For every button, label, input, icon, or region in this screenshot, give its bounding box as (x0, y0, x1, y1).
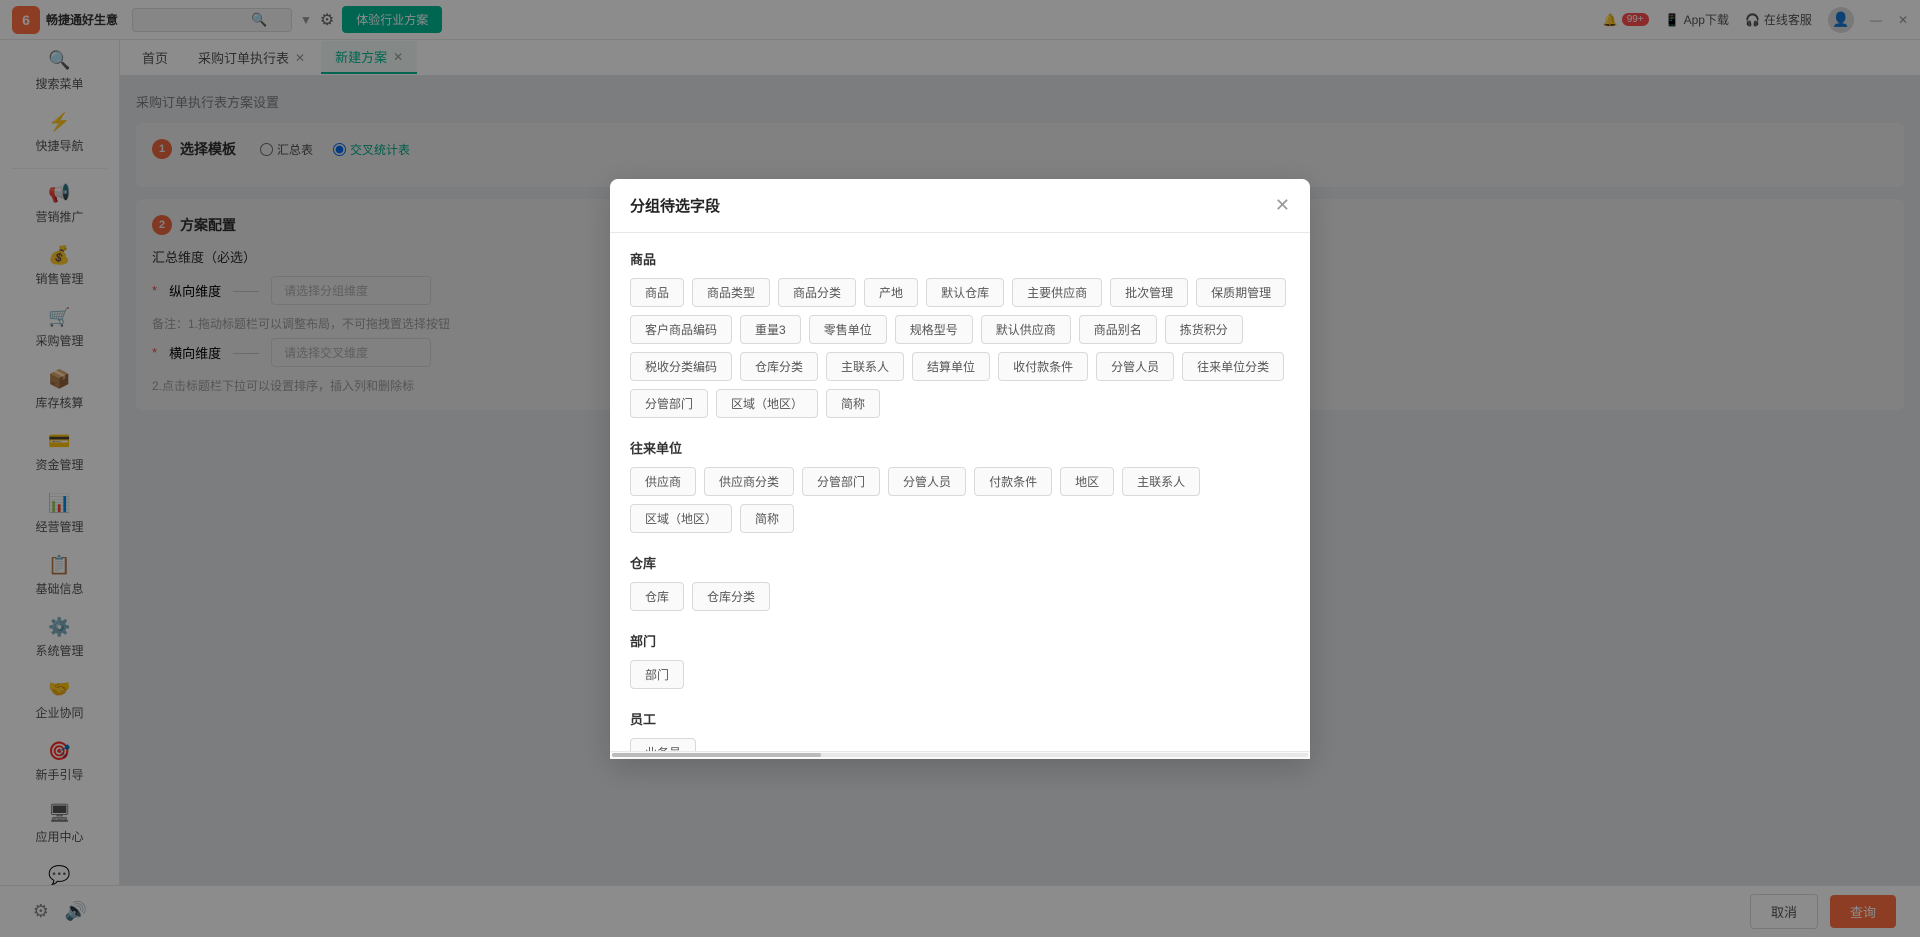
modal-section-product: 商品商品商品类型商品分类产地默认仓库主要供应商批次管理保质期管理客户商品编码重量… (630, 249, 1290, 418)
field-tag[interactable]: 供应商分类 (704, 467, 794, 496)
modal-title: 分组待选字段 (630, 195, 720, 216)
field-tag[interactable]: 仓库分类 (740, 352, 818, 381)
field-tag[interactable]: 部门 (630, 660, 684, 689)
field-tag[interactable]: 客户商品编码 (630, 315, 732, 344)
modal-body: 商品商品商品类型商品分类产地默认仓库主要供应商批次管理保质期管理客户商品编码重量… (610, 233, 1310, 751)
field-tag[interactable]: 付款条件 (974, 467, 1052, 496)
field-tag[interactable]: 主联系人 (826, 352, 904, 381)
field-tag[interactable]: 零售单位 (809, 315, 887, 344)
field-tag[interactable]: 简称 (826, 389, 880, 418)
section-title-warehouse: 仓库 (630, 553, 1290, 572)
modal-header: 分组待选字段 ✕ (610, 179, 1310, 233)
field-tag[interactable]: 仓库 (630, 582, 684, 611)
modal-section-department: 部门部门 (630, 631, 1290, 689)
field-tag[interactable]: 业务员 (630, 738, 696, 751)
field-tag[interactable]: 商品分类 (778, 278, 856, 307)
field-tag[interactable]: 拣货积分 (1165, 315, 1243, 344)
field-tags-employee: 业务员 (630, 738, 1290, 751)
field-tag[interactable]: 主要供应商 (1012, 278, 1102, 307)
field-tag[interactable]: 规格型号 (895, 315, 973, 344)
field-tag[interactable]: 默认供应商 (981, 315, 1071, 344)
field-tag[interactable]: 往来单位分类 (1182, 352, 1284, 381)
field-tag[interactable]: 区域（地区） (630, 504, 732, 533)
field-tags-product: 商品商品类型商品分类产地默认仓库主要供应商批次管理保质期管理客户商品编码重量3 零… (630, 278, 1290, 418)
modal-section-partner: 往来单位供应商供应商分类分管部门分管人员付款条件地区主联系人区域（地区） 简称 (630, 438, 1290, 533)
section-title-product: 商品 (630, 249, 1290, 268)
section-title-department: 部门 (630, 631, 1290, 650)
field-tag[interactable]: 批次管理 (1110, 278, 1188, 307)
field-tag[interactable]: 分管人员 (888, 467, 966, 496)
field-tags-partner: 供应商供应商分类分管部门分管人员付款条件地区主联系人区域（地区） 简称 (630, 467, 1290, 533)
field-tag[interactable]: 默认仓库 (926, 278, 1004, 307)
modal-close-btn[interactable]: ✕ (1275, 196, 1290, 214)
field-tag[interactable]: 重量3 (740, 315, 801, 344)
field-tag[interactable]: 仓库分类 (692, 582, 770, 611)
field-tag[interactable]: 分管部门 (630, 389, 708, 418)
modal-hscrollbar[interactable] (610, 751, 1310, 759)
section-title-employee: 员工 (630, 709, 1290, 728)
field-tag[interactable]: 产地 (864, 278, 918, 307)
section-title-partner: 往来单位 (630, 438, 1290, 457)
field-tag[interactable]: 税收分类编码 (630, 352, 732, 381)
field-tags-department: 部门 (630, 660, 1290, 689)
field-tag[interactable]: 区域（地区） (716, 389, 818, 418)
field-tag[interactable]: 分管部门 (802, 467, 880, 496)
field-tag[interactable]: 地区 (1060, 467, 1114, 496)
field-tag[interactable]: 结算单位 (912, 352, 990, 381)
modal-overlay: 分组待选字段 ✕ 商品商品商品类型商品分类产地默认仓库主要供应商批次管理保质期管… (0, 0, 1920, 937)
field-tag[interactable]: 分管人员 (1096, 352, 1174, 381)
modal: 分组待选字段 ✕ 商品商品商品类型商品分类产地默认仓库主要供应商批次管理保质期管… (610, 179, 1310, 759)
modal-section-employee: 员工业务员 (630, 709, 1290, 751)
modal-section-warehouse: 仓库仓库仓库分类 (630, 553, 1290, 611)
field-tag[interactable]: 供应商 (630, 467, 696, 496)
field-tag[interactable]: 保质期管理 (1196, 278, 1286, 307)
field-tag[interactable]: 主联系人 (1122, 467, 1200, 496)
field-tag[interactable]: 简称 (740, 504, 794, 533)
field-tag[interactable]: 商品 (630, 278, 684, 307)
field-tag[interactable]: 收付款条件 (998, 352, 1088, 381)
field-tag[interactable]: 商品类型 (692, 278, 770, 307)
field-tags-warehouse: 仓库仓库分类 (630, 582, 1290, 611)
field-tag[interactable]: 商品别名 (1079, 315, 1157, 344)
